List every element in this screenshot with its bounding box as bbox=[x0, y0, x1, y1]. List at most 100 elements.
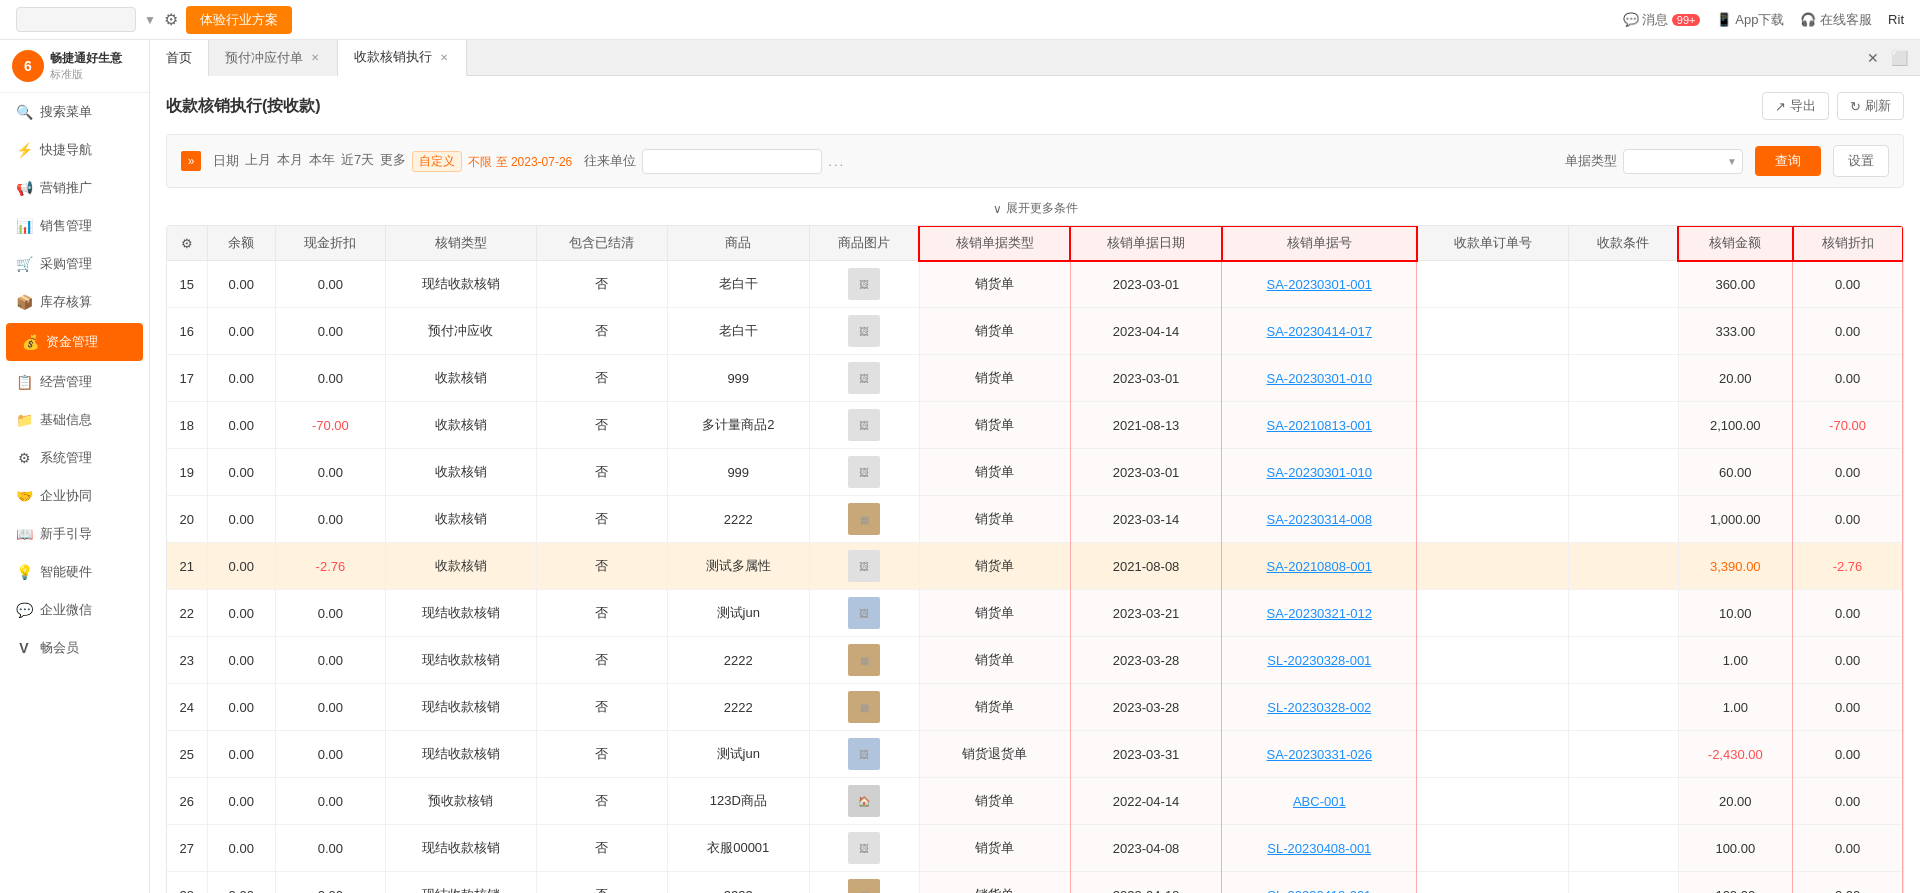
finance-icon: 💰 bbox=[22, 334, 38, 350]
top-bar-right: 💬 消息 99+ 📱 App下载 🎧 在线客服 Rit bbox=[1623, 11, 1904, 29]
cell-writeoff_no[interactable]: SA-20230301-001 bbox=[1222, 261, 1417, 308]
table-row: 270.000.00现结收款核销否衣服00001🖼销货单2023-04-08SL… bbox=[167, 825, 1903, 872]
sidebar-item-system[interactable]: ⚙ 系统管理 bbox=[0, 439, 149, 477]
sidebar-label-guide: 新手引导 bbox=[40, 525, 92, 543]
close-window-icon[interactable]: ✕ bbox=[1863, 46, 1883, 70]
writeoff-no-link[interactable]: SL-20230328-002 bbox=[1267, 700, 1371, 715]
sidebar-item-quick[interactable]: ⚡ 快捷导航 bbox=[0, 131, 149, 169]
sidebar-item-sales[interactable]: 📊 销售管理 bbox=[0, 207, 149, 245]
cell-product_img: 🖼 bbox=[809, 731, 919, 778]
cell-writeoff_date: 2023-03-28 bbox=[1070, 637, 1221, 684]
cell-writeoff_no[interactable]: SA-20230321-012 bbox=[1222, 590, 1417, 637]
writeoff-no-link[interactable]: ABC-001 bbox=[1293, 794, 1346, 809]
cell-writeoff_no[interactable]: SA-20230314-008 bbox=[1222, 496, 1417, 543]
cell-balance: 0.00 bbox=[207, 355, 275, 402]
product-image: ▦ bbox=[848, 879, 880, 893]
cell-writeoff_no[interactable]: SL-20230328-002 bbox=[1222, 684, 1417, 731]
writeoff-no-link[interactable]: SA-20230314-008 bbox=[1267, 512, 1373, 527]
cell-writeoff_no[interactable]: SA-20230301-010 bbox=[1222, 449, 1417, 496]
date-7days[interactable]: 近7天 bbox=[341, 151, 374, 172]
cell-writeoff_discount: 0.00 bbox=[1793, 590, 1903, 637]
cell-writeoff_no[interactable]: SA-20210813-001 bbox=[1222, 402, 1417, 449]
tab-prepay[interactable]: 预付冲应付单 ✕ bbox=[209, 40, 338, 76]
writeoff-no-link[interactable]: SA-20230321-012 bbox=[1267, 606, 1373, 621]
writeoff-no-link[interactable]: SL-20230418-001 bbox=[1267, 888, 1371, 894]
writeoff-no-link[interactable]: SA-20230301-010 bbox=[1267, 371, 1373, 386]
cell-writeoff_discount: 0.00 bbox=[1793, 355, 1903, 402]
writeoff-no-link[interactable]: SA-20230301-010 bbox=[1267, 465, 1373, 480]
sidebar-item-inventory[interactable]: 📦 库存核算 bbox=[0, 283, 149, 321]
cell-balance: 0.00 bbox=[207, 590, 275, 637]
app-download-link[interactable]: 📱 App下载 bbox=[1716, 11, 1784, 29]
date-this-year[interactable]: 本年 bbox=[309, 151, 335, 172]
cell-writeoff_voucher_type: 销货单 bbox=[919, 778, 1070, 825]
sidebar-item-purchase[interactable]: 🛒 采购管理 bbox=[0, 245, 149, 283]
cell-idx: 19 bbox=[167, 449, 207, 496]
search-top-input[interactable] bbox=[16, 7, 136, 32]
voucher-type-select[interactable] bbox=[1623, 149, 1743, 174]
system-icon: ⚙ bbox=[16, 450, 32, 466]
writeoff-no-link[interactable]: SA-20210813-001 bbox=[1267, 418, 1373, 433]
date-last-month[interactable]: 上月 bbox=[245, 151, 271, 172]
expand-more-bar[interactable]: ∨ 展开更多条件 bbox=[166, 200, 1904, 217]
writeoff-no-link[interactable]: SA-20210808-001 bbox=[1267, 559, 1373, 574]
cell-product: 老白干 bbox=[667, 308, 809, 355]
refresh-button[interactable]: ↻ 刷新 bbox=[1837, 92, 1904, 120]
tab-writeoff[interactable]: 收款核销执行 ✕ bbox=[338, 40, 467, 76]
writeoff-no-link[interactable]: SA-20230414-017 bbox=[1267, 324, 1373, 339]
solution-button[interactable]: 体验行业方案 bbox=[186, 6, 292, 34]
writeoff-no-link[interactable]: SA-20230331-026 bbox=[1267, 747, 1373, 762]
sidebar-item-finance[interactable]: 💰 资金管理 bbox=[6, 323, 143, 361]
partner-input[interactable] bbox=[642, 149, 822, 174]
export-button[interactable]: ↗ 导出 bbox=[1762, 92, 1829, 120]
cell-balance: 0.00 bbox=[207, 637, 275, 684]
cell-idx: 18 bbox=[167, 402, 207, 449]
cell-cash_discount: 0.00 bbox=[275, 872, 385, 894]
cell-receipt_condition bbox=[1568, 590, 1678, 637]
online-service-link[interactable]: 🎧 在线客服 bbox=[1800, 11, 1872, 29]
sidebar-item-wechat[interactable]: 💬 企业微信 bbox=[0, 591, 149, 629]
filter-expand-button[interactable]: » bbox=[181, 151, 201, 171]
gear-col-icon[interactable]: ⚙ bbox=[181, 236, 193, 251]
cell-writeoff_no[interactable]: SL-20230418-001 bbox=[1222, 872, 1417, 894]
cell-writeoff_no[interactable]: SL-20230328-001 bbox=[1222, 637, 1417, 684]
cell-writeoff_no[interactable]: SA-20210808-001 bbox=[1222, 543, 1417, 590]
sidebar-item-marketing[interactable]: 📢 营销推广 bbox=[0, 169, 149, 207]
cell-product: 测试jun bbox=[667, 731, 809, 778]
settings-button[interactable]: 设置 bbox=[1833, 145, 1889, 177]
sidebar-item-search[interactable]: 🔍 搜索菜单 bbox=[0, 93, 149, 131]
writeoff-no-link[interactable]: SL-20230328-001 bbox=[1267, 653, 1371, 668]
sidebar-item-hardware[interactable]: 💡 智能硬件 bbox=[0, 553, 149, 591]
tab-writeoff-close[interactable]: ✕ bbox=[438, 50, 450, 65]
cell-writeoff_no[interactable]: SL-20230408-001 bbox=[1222, 825, 1417, 872]
query-button[interactable]: 查询 bbox=[1755, 146, 1821, 176]
cell-included: 否 bbox=[537, 543, 668, 590]
cell-writeoff_voucher_type: 销货单 bbox=[919, 402, 1070, 449]
date-more[interactable]: 更多 bbox=[380, 151, 406, 172]
sidebar-item-basics[interactable]: 📁 基础信息 bbox=[0, 401, 149, 439]
writeoff-no-link[interactable]: SL-20230408-001 bbox=[1267, 841, 1371, 856]
cell-writeoff_no[interactable]: ABC-001 bbox=[1222, 778, 1417, 825]
cell-writeoff_no[interactable]: SA-20230331-026 bbox=[1222, 731, 1417, 778]
cell-idx: 20 bbox=[167, 496, 207, 543]
cell-writeoff_no[interactable]: SA-20230414-017 bbox=[1222, 308, 1417, 355]
date-this-month[interactable]: 本月 bbox=[277, 151, 303, 172]
sidebar-item-operations[interactable]: 📋 经营管理 bbox=[0, 363, 149, 401]
tab-prepay-close[interactable]: ✕ bbox=[309, 50, 321, 65]
cell-writeoff_amount: 333.00 bbox=[1678, 308, 1793, 355]
sidebar-item-enterprise[interactable]: 🤝 企业协同 bbox=[0, 477, 149, 515]
cell-receipt_condition bbox=[1568, 308, 1678, 355]
cell-writeoff_no[interactable]: SA-20230301-010 bbox=[1222, 355, 1417, 402]
sidebar-label-inventory: 库存核算 bbox=[40, 293, 92, 311]
cell-product_img: 🖼 bbox=[809, 449, 919, 496]
tab-home[interactable]: 首页 bbox=[150, 40, 209, 76]
cell-included: 否 bbox=[537, 825, 668, 872]
message-icon[interactable]: 💬 消息 99+ bbox=[1623, 11, 1701, 29]
sidebar-item-member[interactable]: V 畅会员 bbox=[0, 629, 149, 667]
sidebar-item-guide[interactable]: 📖 新手引导 bbox=[0, 515, 149, 553]
maximize-window-icon[interactable]: ⬜ bbox=[1887, 46, 1912, 70]
date-custom-btn[interactable]: 自定义 bbox=[412, 151, 462, 172]
cell-writeoff_date: 2021-08-08 bbox=[1070, 543, 1221, 590]
writeoff-no-link[interactable]: SA-20230301-001 bbox=[1267, 277, 1373, 292]
gear-top-icon[interactable]: ⚙ bbox=[164, 10, 178, 29]
